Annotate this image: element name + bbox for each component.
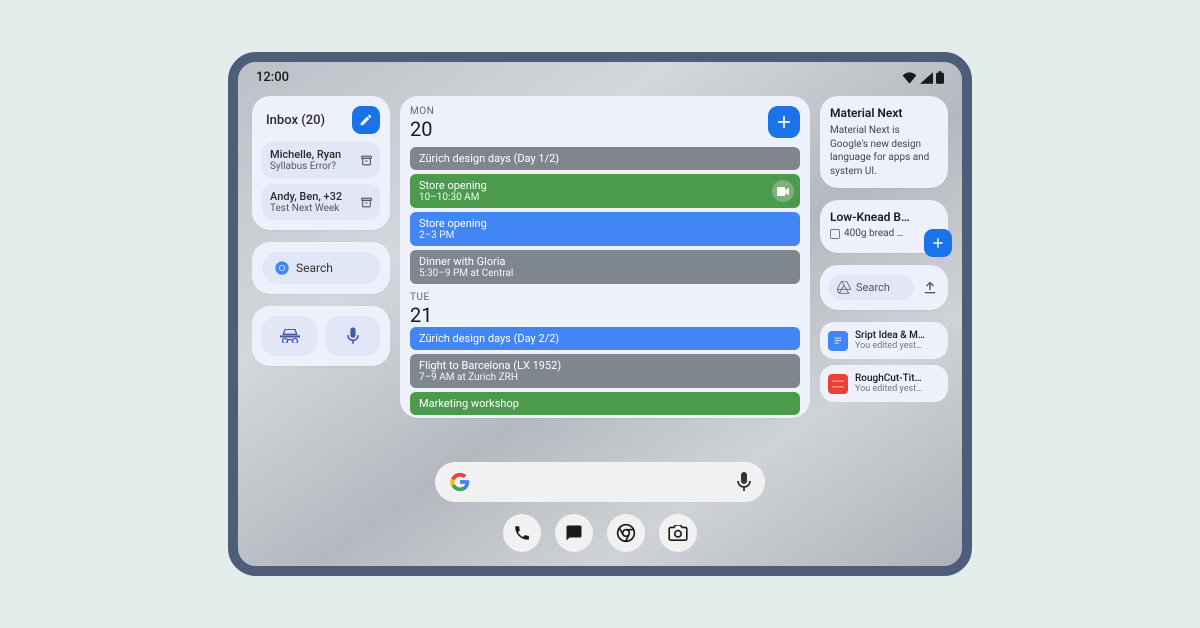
inbox-title: Inbox (20): [262, 113, 325, 128]
archive-icon[interactable]: [358, 194, 374, 210]
calendar-day-label: TUE: [410, 292, 800, 303]
add-event-button[interactable]: [768, 106, 800, 138]
plus-icon: [931, 236, 945, 250]
file-item[interactable]: RoughCut-Tit… You edited yest…: [820, 365, 948, 402]
inbox-from: Michelle, Ryan: [270, 148, 372, 161]
inbox-item[interactable]: Michelle, Ryan Syllabus Error?: [262, 142, 380, 178]
calendar-event[interactable]: Flight to Barcelona (LX 1952) 7–9 AM at …: [410, 354, 800, 388]
calendar-event[interactable]: Store opening 2–3 PM: [410, 212, 800, 246]
file-meta: You edited yest…: [855, 384, 922, 394]
calendar-event[interactable]: Zürich design days (Day 2/2): [410, 327, 800, 350]
google-search-bar[interactable]: [435, 462, 765, 502]
google-icon: [449, 471, 471, 493]
search-pill[interactable]: Search: [262, 252, 380, 284]
add-recipe-button[interactable]: [924, 229, 952, 257]
checkbox-icon: [830, 229, 840, 239]
status-icons: [902, 71, 944, 84]
incognito-icon: [280, 329, 300, 343]
camera-icon: [668, 525, 688, 541]
upload-icon: [923, 281, 937, 295]
drive-files: Sript Idea & M… You edited yest… RoughCu…: [820, 322, 948, 408]
calendar-day-label: MON: [410, 106, 434, 117]
recipe-ingredient: 400g bread …: [830, 228, 938, 239]
incognito-button[interactable]: [262, 316, 317, 356]
calendar-event[interactable]: Dinner with Gloria 5:30–9 PM at Central: [410, 250, 800, 284]
wifi-icon: [902, 72, 917, 84]
voice-button[interactable]: [325, 316, 380, 356]
status-time: 12:00: [256, 70, 289, 85]
file-item[interactable]: Sript Idea & M… You edited yest…: [820, 322, 948, 359]
tablet-device: 12:00 Inbox (20) Michelle, Ryan Syllabus…: [228, 52, 972, 576]
inbox-from: Andy, Ben, +32: [270, 190, 372, 203]
phone-app[interactable]: [503, 514, 541, 552]
drive-search-widget[interactable]: Search: [820, 265, 948, 310]
dock: [503, 514, 697, 552]
drive-search-label: Search: [856, 281, 890, 294]
news-title: Material Next: [830, 106, 938, 120]
calendar-widget[interactable]: MON 20 Zürich design days (Day 1/2) Stor…: [400, 96, 810, 418]
chrome-icon: [274, 260, 290, 276]
calendar-day-number: 20: [410, 117, 434, 141]
inbox-subject: Syllabus Error?: [270, 161, 372, 172]
message-icon: [565, 524, 583, 542]
status-bar: 12:00: [256, 70, 944, 85]
phone-icon: [513, 524, 531, 542]
search-label: Search: [296, 261, 333, 275]
chrome-search-widget[interactable]: Search: [252, 242, 390, 294]
plus-icon: [776, 114, 792, 130]
inbox-item[interactable]: Andy, Ben, +32 Test Next Week: [262, 184, 380, 220]
drive-icon: [837, 281, 851, 294]
pencil-icon: [359, 113, 373, 127]
chrome-icon: [616, 523, 636, 543]
recipe-title: Low-Knead B…: [830, 210, 938, 224]
inbox-subject: Test Next Week: [270, 203, 372, 214]
recipe-widget[interactable]: Low-Knead B… 400g bread …: [820, 200, 948, 253]
calendar-event[interactable]: Zürich design days (Day 1/2): [410, 147, 800, 170]
mic-icon[interactable]: [737, 472, 751, 492]
calendar-day-number: 21: [410, 303, 800, 327]
calendar-event[interactable]: Store opening 10–10:30 AM: [410, 174, 800, 208]
archive-icon[interactable]: [358, 152, 374, 168]
mic-icon: [347, 327, 359, 345]
chrome-actions-widget: [252, 306, 390, 366]
battery-icon: [936, 71, 944, 84]
video-file-icon: [828, 374, 848, 394]
inbox-widget[interactable]: Inbox (20) Michelle, Ryan Syllabus Error…: [252, 96, 390, 230]
compose-button[interactable]: [352, 106, 380, 134]
file-meta: You edited yest…: [855, 341, 925, 351]
docs-icon: [828, 331, 848, 351]
file-name: Sript Idea & M…: [855, 330, 925, 341]
news-widget[interactable]: Material Next Material Next is Google's …: [820, 96, 948, 188]
messages-app[interactable]: [555, 514, 593, 552]
news-body: Material Next is Google's new design lan…: [830, 124, 938, 178]
file-name: RoughCut-Tit…: [855, 373, 922, 384]
video-icon[interactable]: [772, 180, 794, 202]
drive-search-pill[interactable]: Search: [828, 275, 914, 300]
upload-button[interactable]: [920, 278, 940, 298]
calendar-event[interactable]: Marketing workshop: [410, 392, 800, 415]
chrome-app[interactable]: [607, 514, 645, 552]
camera-app[interactable]: [659, 514, 697, 552]
signal-icon: [920, 72, 933, 84]
